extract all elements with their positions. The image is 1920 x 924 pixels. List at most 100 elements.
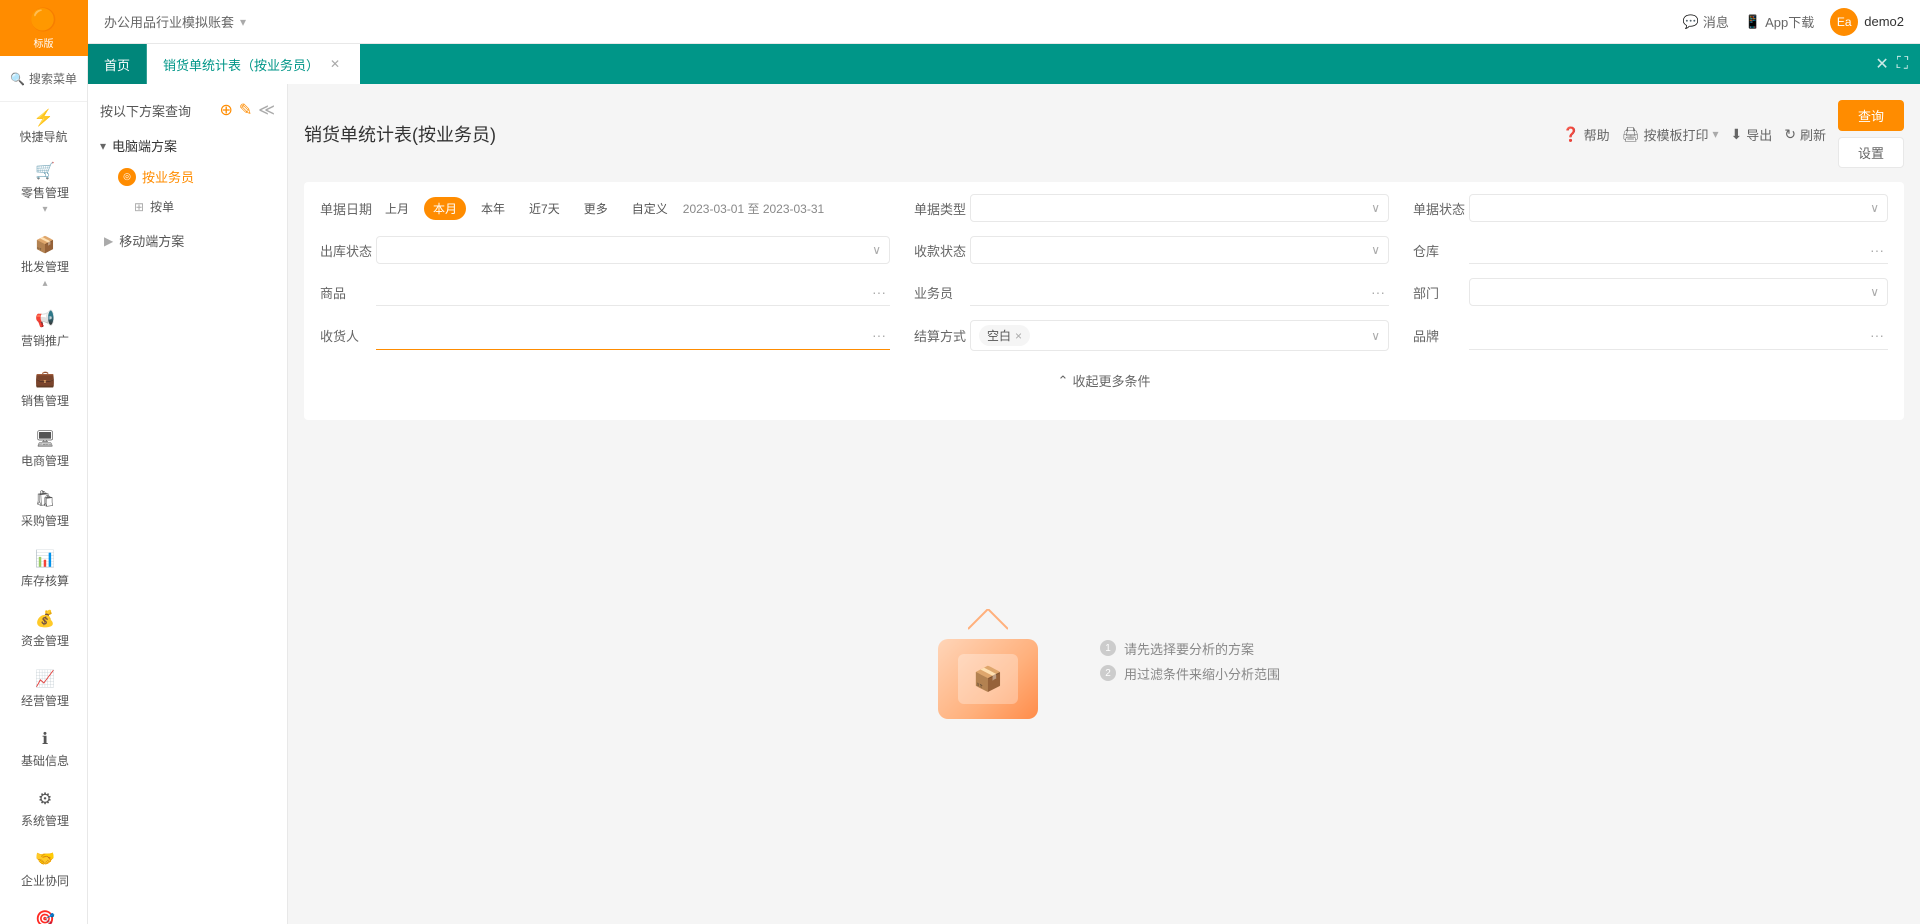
sidebar-item-inventory[interactable]: 📊 库存核算 [0, 539, 87, 599]
topbar-dropdown-arrow[interactable]: ▾ [240, 15, 246, 29]
mobile-scheme-label: 移动端方案 [119, 231, 184, 250]
retail-arrow: ▾ [42, 204, 47, 215]
collapse-button[interactable]: ⌃ 收起更多条件 [1058, 371, 1151, 390]
doc-status-select[interactable]: ∨ [1469, 194, 1888, 222]
tab-maximize-button[interactable]: ⛶ [1897, 55, 1908, 73]
sidebar-item-retail[interactable]: 🛒 零售管理 ▾ [0, 151, 87, 225]
template-print-button[interactable]: 🖨 按模板打印 ▾ [1622, 125, 1719, 144]
query-button[interactable]: 查询 [1838, 100, 1904, 131]
sidebar-item-newbie[interactable]: 🎯 新手引导 [0, 899, 87, 924]
tab-home[interactable]: 首页 [88, 44, 147, 84]
sidebar-item-operations[interactable]: 📈 经营管理 [0, 659, 87, 719]
filter-row-3: 商品 ··· 业务员 ··· [320, 278, 1888, 306]
quick-nav-button[interactable]: ⚡ 快捷导航 [0, 102, 87, 151]
settlement-value-wrap: 空白 × [979, 325, 1371, 346]
settlement-tag-close[interactable]: × [1015, 329, 1022, 343]
app-logo[interactable]: 🟠 标版 [0, 0, 88, 56]
date-label: 单据日期 [320, 199, 376, 218]
topbar-title-text: 办公用品行业模拟账套 [104, 12, 234, 31]
filter-row-1: 单据日期 上月 本月 本年 近7天 更多 自定义 2023-03-01 至 20… [320, 194, 1888, 222]
payment-status-label: 收款状态 [914, 241, 970, 260]
app-download-button[interactable]: 📱 App下载 [1745, 12, 1814, 31]
sidebar-nav: 🛒 零售管理 ▾ 📦 批发管理 ▴ 📢 营销推广 💼 销售管理 🖥 电商管理 🛍… [0, 151, 87, 924]
date-btn-this-month[interactable]: 本月 [424, 197, 466, 220]
query-btn-area: 查询 设置 [1838, 100, 1904, 168]
tab-close-button[interactable]: ✕ [327, 56, 343, 72]
sidebar-item-basic[interactable]: ℹ 基础信息 [0, 719, 87, 779]
date-btn-this-year[interactable]: 本年 [472, 197, 514, 220]
user-name-text: demo2 [1864, 14, 1904, 29]
brand-input[interactable]: ··· [1469, 322, 1888, 350]
left-panel-header-icons: ⊕ ✎ ≪ [219, 100, 275, 120]
sidebar-item-purchase[interactable]: 🛍 采购管理 [0, 479, 87, 539]
desktop-scheme-group-header[interactable]: ▾ 电脑端方案 [88, 130, 287, 161]
settlement-select[interactable]: 空白 × ∨ [970, 320, 1389, 351]
home-tab-label: 首页 [104, 55, 130, 74]
help-button[interactable]: ❓ 帮助 [1562, 125, 1609, 144]
left-panel: 按以下方案查询 ⊕ ✎ ≪ ▾ 电脑端方案 ◎ 按业务员 [88, 84, 288, 924]
filter-item-doc-status: 单据状态 ∨ [1413, 194, 1888, 222]
date-btn-custom[interactable]: 自定义 [623, 197, 677, 220]
ecommerce-icon: 🖥 [35, 429, 55, 449]
settings-button[interactable]: 设置 [1838, 137, 1904, 168]
message-button[interactable]: 💬 消息 [1683, 12, 1729, 31]
refresh-button[interactable]: ↻ 刷新 [1784, 125, 1826, 144]
hint-2-num: 2 [1100, 665, 1116, 681]
sidebar-item-ecommerce[interactable]: 🖥 电商管理 [0, 419, 87, 479]
salesperson-input[interactable]: ··· [970, 278, 1389, 306]
desktop-scheme-group: ▾ 电脑端方案 ◎ 按业务员 ⊞ 按单 [88, 130, 287, 221]
mobile-scheme-group-header[interactable]: ▶ 移动端方案 [88, 225, 287, 256]
collapse-icon: ⌃ [1058, 373, 1069, 389]
goods-input[interactable]: ··· [376, 278, 890, 306]
payment-status-select[interactable]: ∨ [970, 236, 1389, 264]
quick-nav-icon: ⚡ [34, 110, 54, 127]
download-icon: 📱 [1745, 14, 1761, 30]
sidebar-item-enterprise[interactable]: 🤝 企业协同 [0, 839, 87, 899]
sidebar-item-system[interactable]: ⚙ 系统管理 [0, 779, 87, 839]
warehouse-input[interactable]: ··· [1469, 236, 1888, 264]
sidebar-item-sales[interactable]: 💼 销售管理 [0, 359, 87, 419]
scheme-item-salesperson[interactable]: ◎ 按业务员 [88, 161, 287, 192]
salesperson-label: 业务员 [914, 283, 970, 302]
goods-more-btn[interactable]: ··· [868, 284, 890, 300]
settlement-label: 结算方式 [914, 326, 970, 345]
page-title: 销货单统计表(按业务员) [304, 121, 496, 147]
newbie-icon: 🎯 [35, 909, 55, 924]
date-btn-last7[interactable]: 近7天 [520, 197, 569, 220]
receiver-more-btn[interactable]: ··· [868, 327, 890, 343]
doc-status-arrow: ∨ [1870, 201, 1879, 215]
export-button[interactable]: ⬇ 导出 [1730, 125, 1772, 144]
date-btn-last-month[interactable]: 上月 [376, 197, 418, 220]
out-status-select[interactable]: ∨ [376, 236, 890, 264]
sidebar-item-marketing[interactable]: 📢 营销推广 [0, 299, 87, 359]
add-scheme-button[interactable]: ⊕ [219, 100, 232, 120]
tab-close-window-button[interactable]: ✕ [1875, 54, 1888, 74]
filter-item-warehouse: 仓库 ··· [1413, 236, 1888, 264]
collapse-panel-button[interactable]: ≪ [258, 100, 275, 120]
sidebar-item-finance[interactable]: 💰 资金管理 [0, 599, 87, 659]
filter-item-department: 部门 ∨ [1413, 278, 1888, 306]
left-panel-header: 按以下方案查询 ⊕ ✎ ≪ [88, 94, 287, 126]
department-select[interactable]: ∨ [1469, 278, 1888, 306]
sidebar-item-wholesale[interactable]: 📦 批发管理 ▴ [0, 225, 87, 299]
warehouse-more-btn[interactable]: ··· [1866, 242, 1888, 258]
page-header-actions: ❓ 帮助 🖨 按模板打印 ▾ ⬇ 导出 ↻ 刷新 [1562, 100, 1904, 168]
salesperson-more-btn[interactable]: ··· [1367, 284, 1389, 300]
date-btn-more[interactable]: 更多 [575, 197, 617, 220]
brand-label: 品牌 [1413, 326, 1469, 345]
desktop-scheme-label: 电脑端方案 [112, 136, 177, 155]
scheme-sub-item-order[interactable]: ⊞ 按单 [88, 192, 287, 221]
filter-item-brand: 品牌 ··· [1413, 322, 1888, 350]
user-profile[interactable]: Ea demo2 [1830, 8, 1904, 36]
filter-row-4: 收货人 ··· 结算方式 空白 [320, 320, 1888, 351]
settlement-arrow: ∨ [1371, 329, 1380, 343]
search-menu-button[interactable]: 🔍 搜索菜单 [10, 64, 77, 93]
topbar: 办公用品行业模拟账套 ▾ 💬 消息 📱 App下载 Ea demo2 [88, 0, 1920, 44]
doc-type-select[interactable]: ∨ [970, 194, 1389, 222]
receiver-input[interactable]: ··· [376, 322, 890, 350]
brand-more-btn[interactable]: ··· [1866, 327, 1888, 343]
edit-scheme-button[interactable]: ✎ [239, 100, 252, 120]
tab-sales-stats[interactable]: 销货单统计表（按业务员） ✕ [147, 44, 360, 84]
sales-icon: 💼 [35, 369, 55, 389]
filter-item-payment-status: 收款状态 ∨ [914, 236, 1389, 264]
